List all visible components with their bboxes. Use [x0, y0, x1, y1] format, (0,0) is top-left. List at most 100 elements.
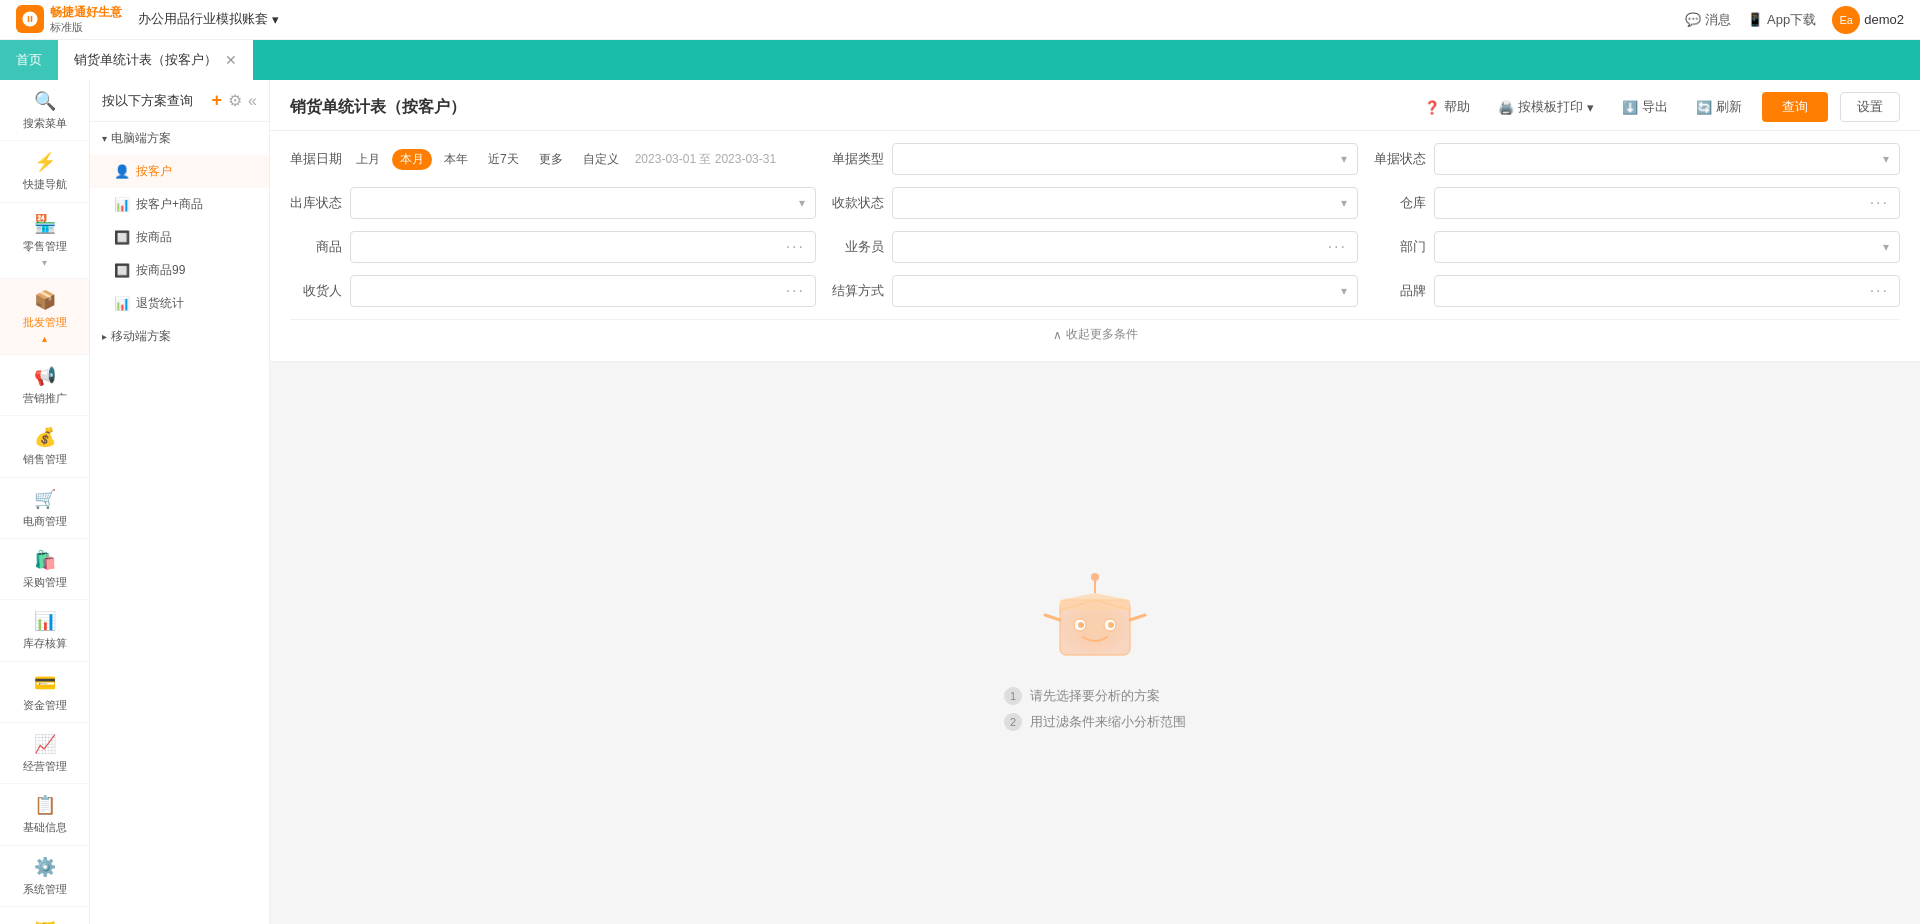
- sidebar-item-finance[interactable]: 💳 资金管理: [0, 662, 89, 723]
- tip-text-2: 用过滤条件来缩小分析范围: [1030, 713, 1186, 731]
- collapse-filter-button[interactable]: ∧ 收起更多条件: [290, 319, 1900, 349]
- tab-close-icon[interactable]: ✕: [225, 52, 237, 68]
- mobile-group-arrow: ▸: [102, 331, 107, 342]
- help-button[interactable]: ❓ 帮助: [1416, 94, 1478, 120]
- settings-scheme-button[interactable]: ⚙: [228, 91, 242, 110]
- salesperson-filter: 业务员 ···: [832, 231, 1358, 263]
- sidebar-item-quick-nav[interactable]: ⚡ 快捷导航: [0, 141, 89, 202]
- department-label: 部门: [1374, 238, 1426, 256]
- sidebar-finance-label: 资金管理: [23, 698, 67, 712]
- by-product-icon: 🔲: [114, 230, 130, 245]
- settings-button[interactable]: 设置: [1840, 92, 1900, 122]
- refresh-button[interactable]: 🔄 刷新: [1688, 94, 1750, 120]
- collapse-scheme-button[interactable]: «: [248, 92, 257, 110]
- query-button[interactable]: 查询: [1762, 92, 1828, 122]
- product-control[interactable]: ···: [350, 231, 816, 263]
- warehouse-filter: 仓库 ···: [1374, 187, 1900, 219]
- message-label: 消息: [1705, 11, 1731, 29]
- sidebar-item-marketing[interactable]: 📢 营销推广: [0, 355, 89, 416]
- salesperson-dots-icon: ···: [1328, 238, 1347, 256]
- main-layout: 🔍 搜索菜单 ⚡ 快捷导航 🏪 零售管理 ▾ 📦 批发管理 ▴ 📢 营销推广 💰…: [0, 80, 1920, 924]
- date-tab-current-month[interactable]: 本月: [392, 149, 432, 170]
- mobile-group-label: 移动端方案: [111, 328, 171, 345]
- desktop-scheme-group: ▾ 电脑端方案 👤 按客户 📊 按客户+商品 🔲 按商品 🔲 按商品: [90, 122, 269, 320]
- sidebar-item-retail[interactable]: 🏪 零售管理 ▾: [0, 203, 89, 279]
- scheme-panel-title: 按以下方案查询: [102, 92, 193, 110]
- inventory-icon: 📊: [34, 610, 56, 632]
- sidebar-retail-label: 零售管理: [23, 239, 67, 253]
- scheme-item-by-customer[interactable]: 👤 按客户: [90, 155, 269, 188]
- sidebar-item-inventory[interactable]: 📊 库存核算: [0, 600, 89, 661]
- date-tab-last-month[interactable]: 上月: [348, 149, 388, 170]
- sidebar-item-purchase[interactable]: 🛍️ 采购管理: [0, 539, 89, 600]
- search-icon: 🔍: [34, 90, 56, 112]
- header-right: 💬 消息 📱 App下载 Ea demo2: [1685, 6, 1904, 34]
- app-download-button[interactable]: 📱 App下载: [1747, 11, 1816, 29]
- consignee-control[interactable]: ···: [350, 275, 816, 307]
- sidebar-search-label: 搜索菜单: [23, 116, 67, 130]
- delivery-status-caret-icon: ▾: [799, 196, 805, 210]
- order-status-label: 单据状态: [1374, 150, 1426, 168]
- order-type-filter: 单据类型 ▾: [832, 143, 1358, 175]
- sidebar-purchase-label: 采购管理: [23, 575, 67, 589]
- scheme-item-by-customer-label: 按客户: [136, 163, 172, 180]
- scheme-item-by-product[interactable]: 🔲 按商品: [90, 221, 269, 254]
- date-filter: 单据日期 上月 本月 本年 近7天 更多 自定义 2023-03-01 至 20…: [290, 149, 816, 170]
- enterprise-icon: 🤝: [34, 917, 56, 924]
- empty-tip-1: 1 请先选择要分析的方案: [1004, 687, 1186, 705]
- date-tab-current-year[interactable]: 本年: [436, 149, 476, 170]
- payment-status-control[interactable]: ▾: [892, 187, 1358, 219]
- warehouse-control[interactable]: ···: [1434, 187, 1900, 219]
- quick-nav-icon: ⚡: [34, 151, 56, 173]
- industry-selector[interactable]: 办公用品行业模拟账套 ▾: [130, 6, 287, 32]
- delivery-status-control[interactable]: ▾: [350, 187, 816, 219]
- order-type-control[interactable]: ▾: [892, 143, 1358, 175]
- delivery-status-filter: 出库状态 ▾: [290, 187, 816, 219]
- operation-icon: 📈: [34, 733, 56, 755]
- tab-home[interactable]: 首页: [0, 40, 58, 80]
- message-button[interactable]: 💬 消息: [1685, 11, 1731, 29]
- date-range-display: 2023-03-01 至 2023-03-31: [635, 151, 776, 168]
- sidebar-item-enterprise[interactable]: 🤝 企业协同: [0, 907, 89, 924]
- scheme-item-return-stat[interactable]: 📊 退货统计: [90, 287, 269, 320]
- sidebar-item-wholesale[interactable]: 📦 批发管理 ▴: [0, 279, 89, 355]
- logo-icon: [16, 5, 44, 33]
- app-download-icon: 📱: [1747, 12, 1763, 27]
- order-status-control[interactable]: ▾: [1434, 143, 1900, 175]
- scheme-item-return-stat-label: 退货统计: [136, 295, 184, 312]
- sidebar-marketing-label: 营销推广: [23, 391, 67, 405]
- settlement-control[interactable]: ▾: [892, 275, 1358, 307]
- mobile-scheme-group-header[interactable]: ▸ 移动端方案: [90, 320, 269, 353]
- sidebar-item-ecommerce[interactable]: 🛒 电商管理: [0, 478, 89, 539]
- date-tab-last-7[interactable]: 近7天: [480, 149, 527, 170]
- department-control[interactable]: ▾: [1434, 231, 1900, 263]
- sidebar-item-search[interactable]: 🔍 搜索菜单: [0, 80, 89, 141]
- user-profile[interactable]: Ea demo2: [1832, 6, 1904, 34]
- order-status-filter: 单据状态 ▾: [1374, 143, 1900, 175]
- tab-sales-stat[interactable]: 销货单统计表（按客户） ✕: [58, 40, 253, 80]
- order-status-caret-icon: ▾: [1883, 152, 1889, 166]
- user-name: demo2: [1864, 12, 1904, 27]
- scheme-item-by-product-99[interactable]: 🔲 按商品99: [90, 254, 269, 287]
- sidebar-item-basic[interactable]: 📋 基础信息: [0, 784, 89, 845]
- brand-control[interactable]: ···: [1434, 275, 1900, 307]
- filter-row-1: 单据日期 上月 本月 本年 近7天 更多 自定义 2023-03-01 至 20…: [290, 143, 1900, 175]
- user-avatar: Ea: [1832, 6, 1860, 34]
- empty-tip-2: 2 用过滤条件来缩小分析范围: [1004, 713, 1186, 731]
- template-print-button[interactable]: 🖨️ 按模板打印 ▾: [1490, 94, 1602, 120]
- avatar-text: Ea: [1840, 14, 1853, 26]
- consignee-filter: 收货人 ···: [290, 275, 816, 307]
- date-tab-custom[interactable]: 自定义: [575, 149, 627, 170]
- desktop-scheme-group-header[interactable]: ▾ 电脑端方案: [90, 122, 269, 155]
- add-scheme-button[interactable]: +: [212, 90, 223, 111]
- sidebar-item-sales[interactable]: 💰 销售管理: [0, 416, 89, 477]
- sidebar-item-operation[interactable]: 📈 经营管理: [0, 723, 89, 784]
- sidebar-item-system[interactable]: ⚙️ 系统管理: [0, 846, 89, 907]
- page-header: 销货单统计表（按客户） ❓ 帮助 🖨️ 按模板打印 ▾ ⬇️ 导出: [270, 80, 1920, 131]
- date-tab-more[interactable]: 更多: [531, 149, 571, 170]
- salesperson-control[interactable]: ···: [892, 231, 1358, 263]
- date-label: 单据日期: [290, 150, 342, 168]
- scheme-item-by-customer-product[interactable]: 📊 按客户+商品: [90, 188, 269, 221]
- export-button[interactable]: ⬇️ 导出: [1614, 94, 1676, 120]
- message-icon: 💬: [1685, 12, 1701, 27]
